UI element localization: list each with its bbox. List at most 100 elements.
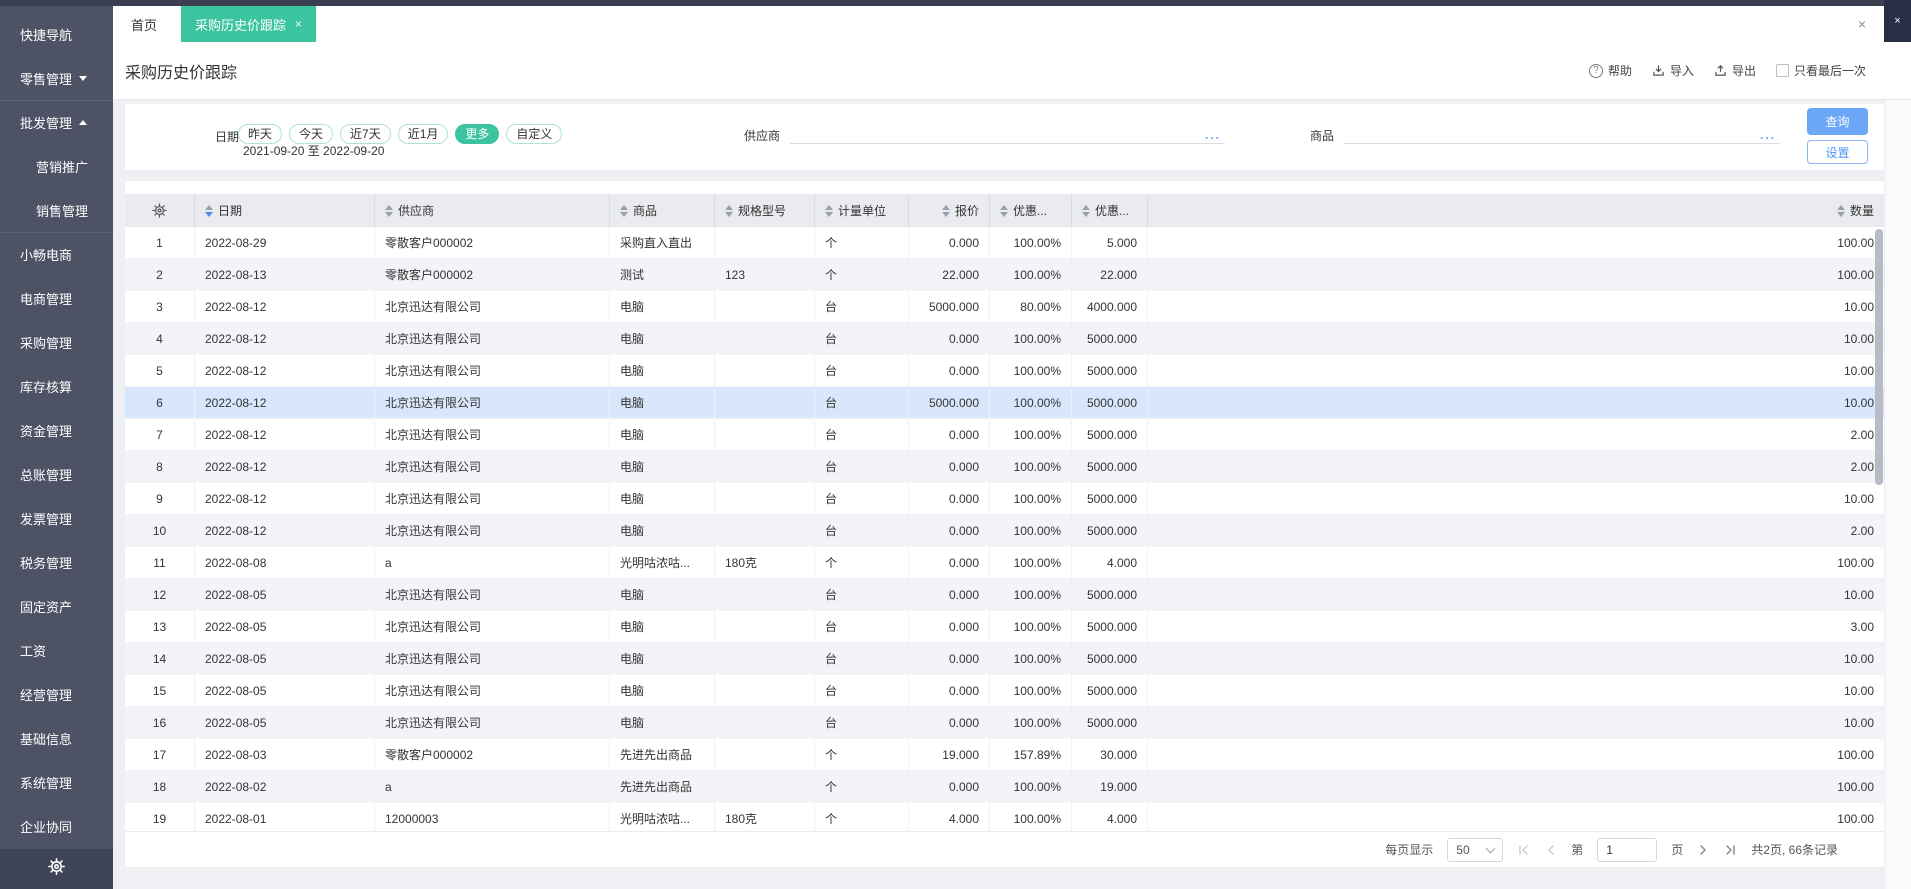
- date-range-value[interactable]: 2021-09-20 至 2022-09-20: [243, 142, 384, 159]
- sidebar-item[interactable]: 工资: [0, 628, 113, 672]
- table-row[interactable]: 17 2022-08-03 零散客户000002 先进先出商品 个 19.000…: [125, 739, 1884, 771]
- per-page-select[interactable]: 50: [1447, 837, 1504, 862]
- cell-filler: [1148, 771, 1708, 802]
- export-button[interactable]: 导出: [1714, 62, 1756, 79]
- sort-icon[interactable]: [205, 204, 213, 217]
- sort-icon[interactable]: [1836, 204, 1845, 217]
- date-pill[interactable]: 今天: [289, 124, 334, 144]
- supplier-picker-icon[interactable]: ...: [1205, 128, 1221, 142]
- cell-row-number: 4: [125, 323, 195, 354]
- settings-gear-icon[interactable]: [48, 858, 65, 880]
- table-row[interactable]: 9 2022-08-12 北京迅达有限公司 电脑 台 0.000 100.00%…: [125, 483, 1884, 515]
- page-number-input[interactable]: [1597, 837, 1658, 862]
- cell-product: 采购直入直出: [610, 227, 715, 258]
- sidebar-item[interactable]: 销售管理: [0, 188, 113, 232]
- table-row[interactable]: 12 2022-08-05 北京迅达有限公司 电脑 台 0.000 100.00…: [125, 579, 1884, 611]
- sidebar-item[interactable]: 快捷导航: [0, 12, 113, 56]
- sort-icon[interactable]: [825, 204, 833, 217]
- sort-icon[interactable]: [385, 204, 393, 217]
- sidebar-item[interactable]: 零售管理: [0, 56, 113, 100]
- table-row[interactable]: 6 2022-08-12 北京迅达有限公司 电脑 台 5000.000 100.…: [125, 387, 1884, 419]
- supplier-input[interactable]: ...: [790, 122, 1225, 144]
- table-scrollbar-thumb[interactable]: [1875, 229, 1883, 485]
- window-corner-button[interactable]: ×: [1884, 0, 1911, 42]
- tab-close-icon[interactable]: ×: [295, 17, 302, 31]
- only-last-checkbox[interactable]: 只看最后一次: [1775, 62, 1866, 79]
- sidebar-item[interactable]: 电商管理: [0, 276, 113, 320]
- table-row[interactable]: 5 2022-08-12 北京迅达有限公司 电脑 台 0.000 100.00%…: [125, 355, 1884, 387]
- table-row[interactable]: 15 2022-08-05 北京迅达有限公司 电脑 台 0.000 100.00…: [125, 675, 1884, 707]
- cell-quantity: 10.00: [1843, 491, 1874, 506]
- table-row[interactable]: 19 2022-08-01 12000003 光明咕浓咕... 180克 个 4…: [125, 803, 1884, 831]
- column-header-discount-price[interactable]: 优惠...: [1072, 194, 1148, 227]
- table-row[interactable]: 11 2022-08-08 a 光明咕浓咕... 180克 个 0.000 10…: [125, 547, 1884, 579]
- tab-purchase-history-tracking[interactable]: 采购历史价跟踪 ×: [181, 6, 317, 42]
- sort-icon[interactable]: [725, 204, 733, 217]
- import-button[interactable]: 导入: [1652, 62, 1694, 79]
- table-row[interactable]: 1 2022-08-29 零散客户000002 采购直入直出 个 0.000 1…: [125, 227, 1884, 259]
- table-row[interactable]: 14 2022-08-05 北京迅达有限公司 电脑 台 0.000 100.00…: [125, 643, 1884, 675]
- table-row[interactable]: 2 2022-08-13 零散客户000002 测试 123 个 22.000 …: [125, 259, 1884, 291]
- cell-row-number: 13: [125, 611, 195, 642]
- query-button[interactable]: 查询: [1807, 108, 1868, 135]
- sidebar-item[interactable]: 库存核算: [0, 364, 113, 408]
- sidebar-item[interactable]: 批发管理: [0, 100, 113, 144]
- sidebar-item[interactable]: 基础信息: [0, 716, 113, 760]
- column-header-discount-rate[interactable]: 优惠...: [990, 194, 1072, 227]
- date-pill[interactable]: 昨天: [238, 124, 283, 144]
- sort-icon[interactable]: [1082, 204, 1090, 217]
- prev-page-button[interactable]: [1545, 844, 1557, 856]
- settings-button[interactable]: 设置: [1807, 140, 1868, 164]
- table-row[interactable]: 7 2022-08-12 北京迅达有限公司 电脑 台 0.000 100.00%…: [125, 419, 1884, 451]
- product-picker-icon[interactable]: ...: [1760, 128, 1776, 142]
- column-header-unit[interactable]: 计量单位: [815, 194, 909, 227]
- sidebar-item-label: 资金管理: [20, 423, 73, 439]
- cell-discount-price: 4.000: [1072, 803, 1148, 831]
- date-pill[interactable]: 自定义: [506, 124, 563, 144]
- column-header-spec[interactable]: 规格型号: [715, 194, 815, 227]
- checkbox-icon[interactable]: [1775, 64, 1789, 77]
- date-pill[interactable]: 近7天: [340, 124, 391, 144]
- sidebar-item[interactable]: 系统管理: [0, 760, 113, 804]
- sidebar-item[interactable]: 总账管理: [0, 452, 113, 496]
- sidebar-item[interactable]: 营销推广: [0, 144, 113, 188]
- tab-home[interactable]: 首页: [117, 6, 171, 42]
- help-button[interactable]: ? 帮助: [1588, 62, 1632, 79]
- sidebar-item[interactable]: 固定资产: [0, 584, 113, 628]
- sort-icon[interactable]: [620, 204, 628, 217]
- table-row[interactable]: 4 2022-08-12 北京迅达有限公司 电脑 台 0.000 100.00%…: [125, 323, 1884, 355]
- next-page-button[interactable]: [1697, 844, 1709, 856]
- column-header-product[interactable]: 商品: [610, 194, 715, 227]
- sidebar-item[interactable]: 企业协同: [0, 804, 113, 848]
- sidebar-item[interactable]: 采购管理: [0, 320, 113, 364]
- sidebar-item[interactable]: 经营管理: [0, 672, 113, 716]
- column-header-supplier[interactable]: 供应商: [375, 194, 610, 227]
- close-icon[interactable]: ×: [1858, 16, 1866, 32]
- column-settings-gear[interactable]: [125, 194, 195, 227]
- table-row[interactable]: 3 2022-08-12 北京迅达有限公司 电脑 台 5000.000 80.0…: [125, 291, 1884, 323]
- date-pill[interactable]: 更多: [455, 124, 500, 144]
- sidebar-item[interactable]: 小畅电商: [0, 232, 113, 276]
- cell-discount-price: 5.000: [1072, 227, 1148, 258]
- sidebar-item[interactable]: 发票管理: [0, 496, 113, 540]
- sort-icon[interactable]: [1000, 204, 1008, 217]
- cell-quantity: 10.00: [1843, 395, 1874, 410]
- first-page-button[interactable]: [1517, 844, 1531, 856]
- table-row[interactable]: 10 2022-08-12 北京迅达有限公司 电脑 台 0.000 100.00…: [125, 515, 1884, 547]
- column-header-quantity[interactable]: 数量: [1708, 194, 1884, 227]
- column-header-price[interactable]: 报价: [909, 194, 990, 227]
- last-page-button[interactable]: [1723, 844, 1737, 856]
- table-row[interactable]: 8 2022-08-12 北京迅达有限公司 电脑 台 0.000 100.00%…: [125, 451, 1884, 483]
- table-row[interactable]: 13 2022-08-05 北京迅达有限公司 电脑 台 0.000 100.00…: [125, 611, 1884, 643]
- table-row[interactable]: 18 2022-08-02 a 先进先出商品 个 0.000 100.00% 1…: [125, 771, 1884, 803]
- product-input[interactable]: ...: [1344, 122, 1780, 144]
- column-header-date[interactable]: 日期: [195, 194, 375, 227]
- sidebar-item-label: 快捷导航: [20, 27, 73, 43]
- cell-discount-price: 22.000: [1072, 259, 1148, 290]
- table-row[interactable]: 16 2022-08-05 北京迅达有限公司 电脑 台 0.000 100.00…: [125, 707, 1884, 739]
- sort-icon[interactable]: [941, 204, 950, 217]
- sidebar-item[interactable]: 税务管理: [0, 540, 113, 584]
- date-pill[interactable]: 近1月: [397, 124, 449, 144]
- import-icon: [1653, 65, 1664, 76]
- sidebar-item[interactable]: 资金管理: [0, 408, 113, 452]
